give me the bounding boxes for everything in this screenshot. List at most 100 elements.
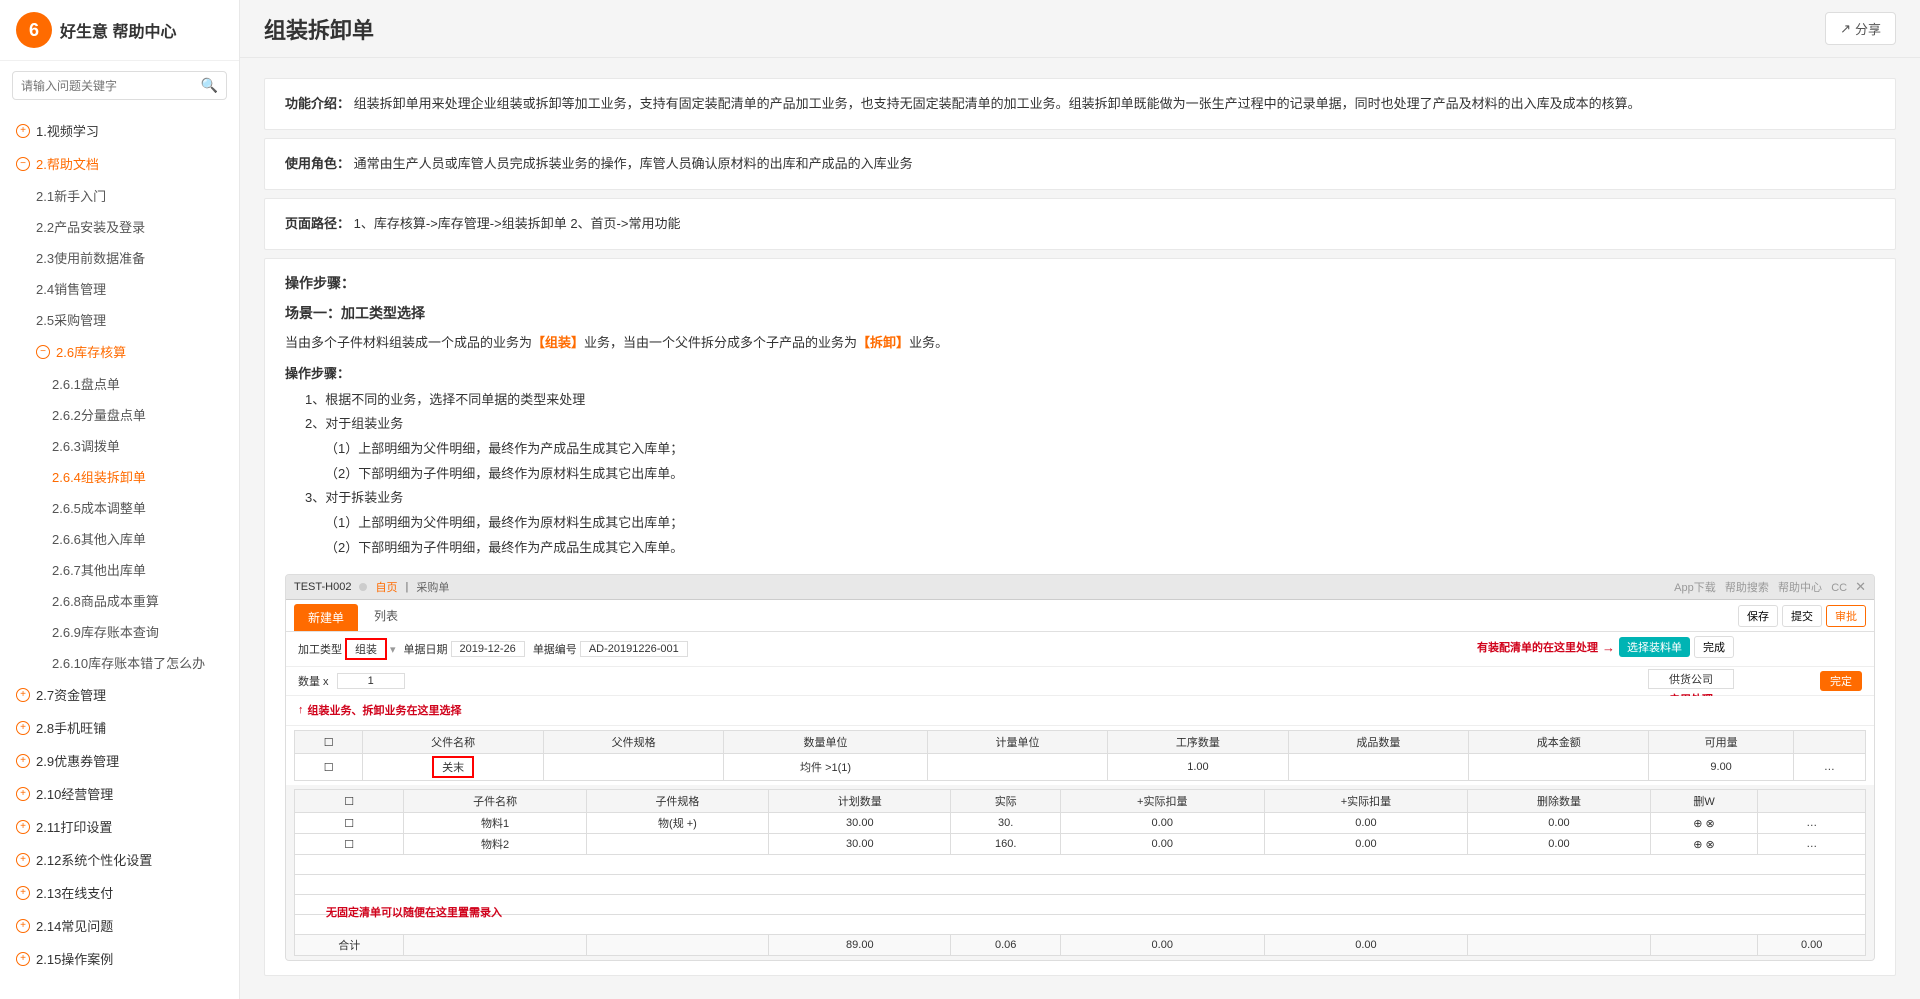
search-box[interactable]: 🔍	[12, 71, 227, 100]
feature-intro-label: 功能介绍：	[285, 96, 350, 111]
sidebar-item-267[interactable]: 2.6.7其他出库单	[0, 554, 239, 585]
col-process-qty: 工序数量	[1108, 731, 1288, 754]
search-icon: 🔍	[201, 77, 218, 94]
sidebar-item-263[interactable]: 2.6.3调拨单	[0, 430, 239, 461]
mock-select-bom-btn[interactable]: 选择装料单	[1619, 637, 1690, 657]
role-label: 使用角色：	[285, 156, 350, 171]
sidebar-item-262[interactable]: 2.6.2分量盘点单	[0, 399, 239, 430]
mock-tab-bar: 新建单 列表 保存 提交 审批	[286, 600, 1874, 632]
col-product-qty: 成品数量	[1288, 731, 1468, 754]
mock-lower-table-container: ☐ 子件名称 子件规格 计划数量 实际 +实际扣量 +实际扣量 删除数量 删W	[286, 785, 1874, 960]
sidebar-item-269[interactable]: 2.6.9库存账本查询	[0, 616, 239, 647]
cell-action[interactable]: …	[1793, 754, 1865, 781]
mock-code-value[interactable]: AD-20191226-001	[580, 641, 688, 657]
sidebar-item-25[interactable]: 2.5采购管理	[0, 304, 239, 335]
sidebar-item-210[interactable]: + 2.10经营管理	[0, 777, 239, 810]
sidebar-item-label: 2.帮助文档	[36, 154, 99, 173]
search-input[interactable]	[21, 79, 201, 93]
sidebar-item-29[interactable]: + 2.9优惠券管理	[0, 744, 239, 777]
expand-icon-215: +	[16, 952, 30, 966]
sidebar-item-212-label: 2.12系统个性化设置	[36, 850, 152, 869]
scenario1-title: 场景一：加工类型选择	[285, 303, 1875, 323]
sidebar-item-213[interactable]: + 2.13在线支付	[0, 876, 239, 909]
mock-upper-table: ☐ 父件名称 父件规格 数量单位 计量单位 工序数量 成品数量 成本金额 可用量	[294, 730, 1866, 781]
cell-checkbox[interactable]: ☐	[295, 754, 363, 781]
step2a: （1）上部明细为父件明细，最终作为产成品生成其它入库单；	[325, 437, 1875, 462]
mock-tab-list[interactable]: 列表	[360, 602, 412, 629]
mock-type-value[interactable]: 组装	[345, 638, 387, 660]
sidebar-item-24[interactable]: 2.4销售管理	[0, 273, 239, 304]
step-list: 1、根据不同的业务，选择不同单据的类型来处理 2、对于组装业务 （1）上部明细为…	[305, 388, 1875, 561]
sidebar-item-28[interactable]: + 2.8手机旺铺	[0, 711, 239, 744]
mock-approve-btn[interactable]: 审批	[1826, 605, 1866, 627]
col-checkbox: ☐	[295, 731, 363, 754]
sub-cell-action[interactable]: …	[1758, 813, 1866, 834]
sidebar-item-26[interactable]: − 2.6库存核算	[0, 335, 239, 368]
sidebar-item-213-label: 2.13在线支付	[36, 883, 113, 902]
mock-close-icon: ✕	[1855, 579, 1866, 595]
sidebar-item-261[interactable]: 2.6.1盘点单	[0, 368, 239, 399]
mock-quantity-value[interactable]: 1	[337, 673, 405, 689]
expand-icon-213: +	[16, 886, 30, 900]
sidebar-item-211[interactable]: + 2.11打印设置	[0, 810, 239, 843]
mock-supplier-input[interactable]: 供货公司	[1648, 669, 1734, 689]
col-parent-spec: 父件规格	[543, 731, 723, 754]
sidebar-item-27[interactable]: + 2.7资金管理	[0, 678, 239, 711]
cell-cost	[1469, 754, 1649, 781]
sidebar-item-266[interactable]: 2.6.6其他入库单	[0, 523, 239, 554]
sidebar-item-268[interactable]: 2.6.8商品成本重算	[0, 585, 239, 616]
feature-intro-text: 组装拆卸单用来处理企业组装或拆卸等加工业务，支持有固定装配清单的产品加工业务，也…	[354, 96, 1641, 111]
sidebar-item-video[interactable]: + 1.视频学习	[0, 114, 239, 147]
sub-cell-name: 物料1	[404, 813, 586, 834]
sub-cell-plan: 30.00	[769, 834, 951, 855]
cell-process-qty: 1.00	[1108, 754, 1288, 781]
sub-cell-checkbox[interactable]: ☐	[295, 834, 404, 855]
sidebar-item-214[interactable]: + 2.14常见问题	[0, 909, 239, 942]
sidebar-item-21[interactable]: 2.1新手入门	[0, 180, 239, 211]
path-label: 页面路径：	[285, 216, 350, 231]
sidebar-item-2610[interactable]: 2.6.10库存账本错了怎么办	[0, 647, 239, 678]
scenario1-steps-title: 操作步骤：	[285, 363, 1875, 382]
footer-right: 0.00	[1758, 935, 1866, 956]
sub-cell-add1: 0.00	[1060, 834, 1264, 855]
mock-submit-btn[interactable]: 提交	[1782, 605, 1822, 627]
mock-nav-sep: |	[405, 581, 408, 593]
sidebar-item-26-label: 2.6库存核算	[56, 342, 126, 361]
sub-cell-del: 0.00	[1468, 834, 1650, 855]
annotation-bom-text: 有装配清单的在这里处理	[1477, 639, 1598, 655]
sub-cell-action[interactable]: …	[1758, 834, 1866, 855]
step3a: （1）上部明细为父件明细，最终作为原材料生成其它出库单；	[325, 511, 1875, 536]
sub-cell-del: 0.00	[1468, 813, 1650, 834]
mock-right-icons: App下载 帮助搜索 帮助中心 CC	[1674, 579, 1847, 595]
mock-annotation-row: ↑ 组装业务、拆卸业务在这里选择	[286, 696, 1874, 726]
sidebar-item-215-label: 2.15操作案例	[36, 949, 113, 968]
annotation-no-bom-text: 无固定清单可以随便在这里置需录入	[326, 907, 502, 919]
sub-cell-checkbox[interactable]: ☐	[295, 813, 404, 834]
sidebar-item-265[interactable]: 2.6.5成本调整单	[0, 492, 239, 523]
step2: 2、对于组装业务	[305, 412, 1875, 437]
sidebar-item-23[interactable]: 2.3使用前数据准备	[0, 242, 239, 273]
sub-cell-spec: 物(规 +)	[586, 813, 768, 834]
mock-tab-new[interactable]: 新建单	[294, 604, 358, 631]
footer-actual-total: 0.06	[951, 935, 1060, 956]
role-section: 使用角色： 通常由生产人员或库管人员完成拆装业务的操作，库管人员确认原材料的出库…	[264, 138, 1896, 190]
mock-nav-purchase: 采购单	[416, 579, 449, 595]
share-button[interactable]: ↗ 分享	[1825, 12, 1896, 45]
sub-cell-add2: 0.00	[1264, 813, 1468, 834]
sub-table-row	[295, 875, 1866, 895]
mock-add-btn[interactable]: 完定	[1820, 671, 1862, 691]
mock-form-area: 加工类型 组装 ▾ 单据日期 2019-12-26 单据编号 AD-201912…	[286, 632, 1874, 667]
sidebar-item-22[interactable]: 2.2产品安装及登录	[0, 211, 239, 242]
mock-date-value[interactable]: 2019-12-26	[451, 641, 525, 657]
sidebar-item-docs[interactable]: − 2.帮助文档	[0, 147, 239, 180]
sidebar-item-212[interactable]: + 2.12系统个性化设置	[0, 843, 239, 876]
sidebar-item-264[interactable]: 2.6.4组装拆卸单	[0, 461, 239, 492]
mock-complete-btn[interactable]: 完成	[1694, 636, 1734, 658]
parent-name-value[interactable]: 关末	[432, 756, 474, 778]
sidebar-item-215[interactable]: + 2.15操作案例	[0, 942, 239, 975]
sub-cell-spec	[586, 834, 768, 855]
mock-save-btn[interactable]: 保存	[1738, 605, 1778, 627]
logo-icon: 6	[16, 12, 52, 48]
sub-table-row: ☐ 物料2 30.00 160. 0.00 0.00 0.00 ⊕ ⊗ …	[295, 834, 1866, 855]
sub-cell-delw: ⊕ ⊗	[1650, 834, 1758, 855]
